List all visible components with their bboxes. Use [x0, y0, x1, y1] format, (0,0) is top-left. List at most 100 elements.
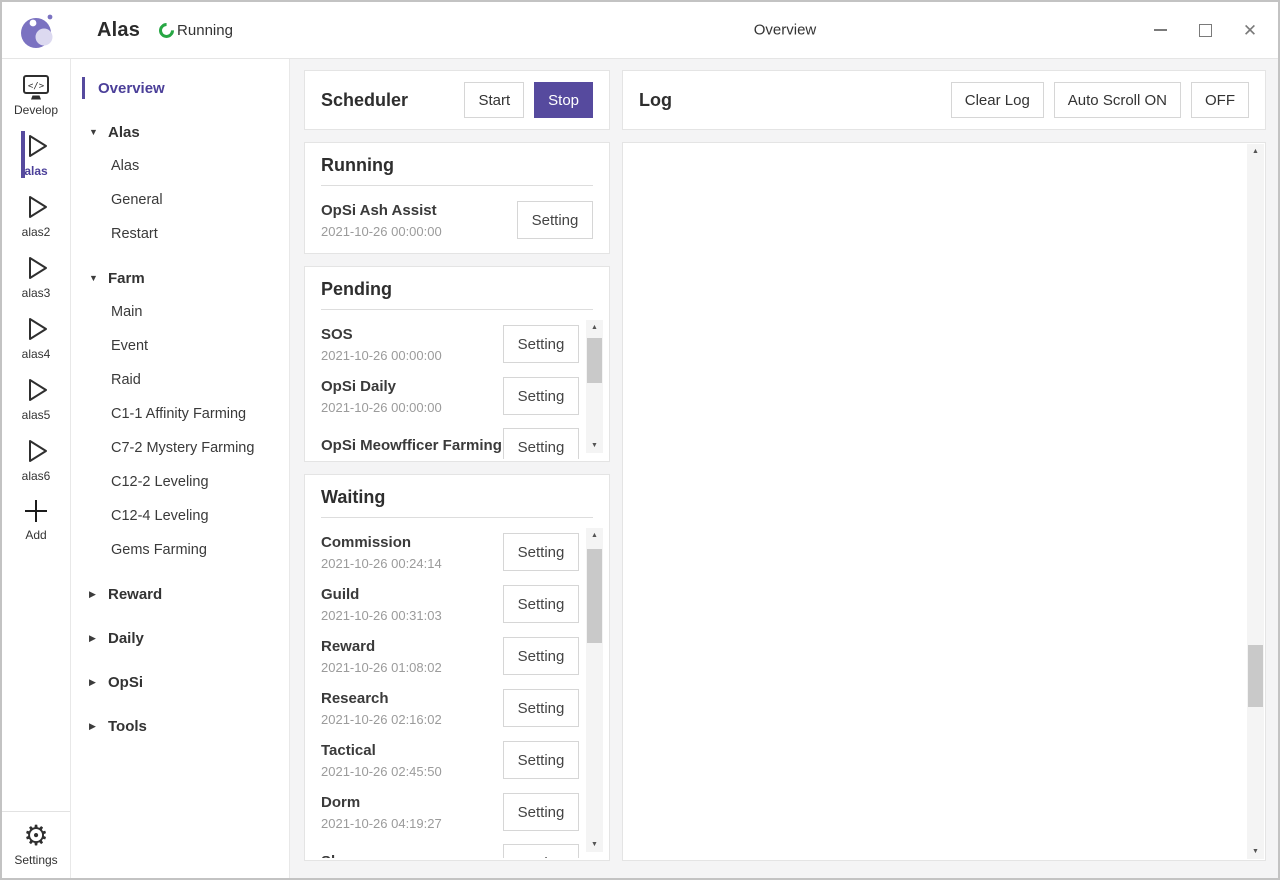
alas-logo-icon — [19, 10, 57, 50]
menu-item-overview[interactable]: Overview — [71, 71, 289, 105]
instance-list: alas alas2 alas3 — [21, 124, 51, 490]
task-setting-button[interactable]: Setting — [517, 201, 593, 239]
scroll-up-icon[interactable]: ▲ — [586, 528, 603, 543]
task-time: 2021-10-26 02:45:50 — [321, 764, 503, 780]
close-icon: ✕ — [1243, 22, 1257, 39]
menu-entry[interactable]: C1-1 Affinity Farming — [71, 397, 289, 431]
task-setting-button[interactable]: Setting — [503, 325, 579, 363]
scroll-down-icon[interactable]: ▼ — [586, 438, 603, 453]
menu-entry[interactable]: ▶ Tools — [71, 709, 289, 743]
rail-item-instance[interactable]: alas3 — [21, 246, 51, 307]
menu-entry[interactable]: Restart — [71, 217, 289, 251]
rail-item-label: alas2 — [22, 225, 51, 239]
menu-entry[interactable]: ▶ Daily — [71, 621, 289, 655]
menu-entry[interactable]: Event — [71, 329, 289, 363]
menu-entry[interactable]: ▶ OpSi — [71, 665, 289, 699]
task-time: 2021-10-26 00:31:03 — [321, 608, 503, 624]
group-arrow-icon: ▼ — [89, 127, 108, 137]
minimize-button[interactable] — [1152, 22, 1168, 38]
menu-entry[interactable]: C12-2 Leveling — [71, 465, 289, 499]
scroll-thumb[interactable] — [587, 549, 602, 643]
menu-entry-label: Main — [111, 304, 142, 320]
task-name: Guild — [321, 584, 503, 605]
auto-scroll-off-button[interactable]: OFF — [1191, 82, 1249, 118]
log-header: Log Clear Log Auto Scroll ON OFF — [622, 70, 1266, 130]
task-setting-button[interactable]: Setting — [503, 428, 579, 459]
scroll-down-icon[interactable]: ▼ — [1247, 844, 1264, 859]
menu-entry[interactable]: Main — [71, 295, 289, 329]
rail-item-add[interactable]: Add — [2, 490, 70, 549]
running-title: Running — [321, 143, 593, 186]
running-task-list: OpSi Ash Assist 2021-10-26 00:00:00 Sett… — [305, 192, 609, 251]
task-setting-button[interactable]: Setting — [503, 637, 579, 675]
scroll-down-icon[interactable]: ▼ — [586, 837, 603, 852]
scroll-up-icon[interactable]: ▲ — [1247, 144, 1264, 159]
menu-entry-label: Farm — [108, 270, 145, 287]
task-info: Shop — [321, 851, 503, 858]
clear-log-button[interactable]: Clear Log — [951, 82, 1044, 118]
menu-entry[interactable]: ▶ Reward — [71, 577, 289, 611]
rail-item-label: Develop — [14, 103, 58, 117]
log-scrollbar[interactable]: ▲ ▼ — [1247, 144, 1264, 859]
start-button[interactable]: Start — [464, 82, 524, 118]
task-time: 2021-10-26 00:00:00 — [321, 224, 517, 240]
task-setting-button[interactable]: Setting — [503, 533, 579, 571]
task-setting-button[interactable]: Setting — [503, 793, 579, 831]
menu-entry[interactable]: Raid — [71, 363, 289, 397]
menu-entry[interactable]: General — [71, 183, 289, 217]
app-window: Alas Running Overview ✕ </> Develop — [0, 0, 1280, 880]
task-name: Tactical — [321, 740, 503, 761]
rail-item-instance[interactable]: alas6 — [21, 429, 51, 490]
task-setting-button[interactable]: Setting — [503, 844, 579, 858]
plus-icon — [21, 496, 51, 526]
pending-scrollbar[interactable]: ▲ ▼ — [586, 320, 603, 453]
task-setting-button[interactable]: Setting — [503, 689, 579, 727]
task-row: Commission 2021-10-26 00:24:14 Setting — [321, 526, 579, 578]
waiting-scrollbar[interactable]: ▲ ▼ — [586, 528, 603, 852]
rail-item-instance[interactable]: alas4 — [21, 307, 51, 368]
app-name: Alas — [97, 19, 140, 42]
task-setting-button[interactable]: Setting — [503, 377, 579, 415]
scroll-up-icon[interactable]: ▲ — [586, 320, 603, 335]
task-time: 2021-10-26 00:00:00 — [321, 348, 503, 364]
scroll-thumb[interactable] — [1248, 645, 1263, 707]
task-name: Dorm — [321, 792, 503, 813]
play-icon — [21, 435, 51, 467]
menu-entry[interactable]: Gems Farming — [71, 533, 289, 567]
minimize-icon — [1154, 29, 1167, 31]
scheduler-title: Scheduler — [321, 90, 408, 111]
rail-item-instance[interactable]: alas5 — [21, 368, 51, 429]
stop-button[interactable]: Stop — [534, 82, 593, 118]
task-info: Commission 2021-10-26 00:24:14 — [321, 532, 503, 572]
menu-entry-label: Event — [111, 338, 148, 354]
scroll-thumb[interactable] — [587, 338, 602, 383]
rail-item-label: Add — [25, 528, 46, 542]
task-setting-button[interactable]: Setting — [503, 585, 579, 623]
maximize-button[interactable] — [1197, 22, 1213, 38]
menu-item-label: Overview — [98, 80, 165, 97]
task-row: Reward 2021-10-26 01:08:02 Setting — [321, 630, 579, 682]
task-setting-button[interactable]: Setting — [503, 741, 579, 779]
task-info: Tactical 2021-10-26 02:45:50 — [321, 740, 503, 780]
task-info: Reward 2021-10-26 01:08:02 — [321, 636, 503, 676]
rail-item-develop[interactable]: </> Develop — [2, 68, 70, 124]
rail-item-instance[interactable]: alas — [21, 124, 51, 185]
rail-item-label: alas5 — [22, 408, 51, 422]
main-content: Scheduler Start Stop Running OpSi Ash As… — [290, 59, 1278, 878]
rail-item-instance[interactable]: alas2 — [21, 185, 51, 246]
task-time: 2021-10-26 04:19:27 — [321, 816, 503, 832]
menu-entry-label: Alas — [108, 124, 140, 141]
auto-scroll-on-button[interactable]: Auto Scroll ON — [1054, 82, 1181, 118]
task-row: OpSi Daily 2021-10-26 00:00:00 Setting — [321, 370, 579, 422]
task-row: SOS 2021-10-26 00:00:00 Setting — [321, 318, 579, 370]
close-button[interactable]: ✕ — [1242, 22, 1258, 38]
rail-item-settings[interactable]: ⚙ Settings — [2, 811, 70, 878]
menu-entry[interactable]: ▼ Alas — [71, 115, 289, 149]
title-bar: Alas Running Overview ✕ — [2, 2, 1278, 59]
menu-entry[interactable]: Alas — [71, 149, 289, 183]
menu-entry[interactable]: C7-2 Mystery Farming — [71, 431, 289, 465]
menu-entry[interactable]: C12-4 Leveling — [71, 499, 289, 533]
group-arrow-icon: ▶ — [89, 721, 108, 732]
task-info: Dorm 2021-10-26 04:19:27 — [321, 792, 503, 832]
menu-entry[interactable]: ▼ Farm — [71, 261, 289, 295]
